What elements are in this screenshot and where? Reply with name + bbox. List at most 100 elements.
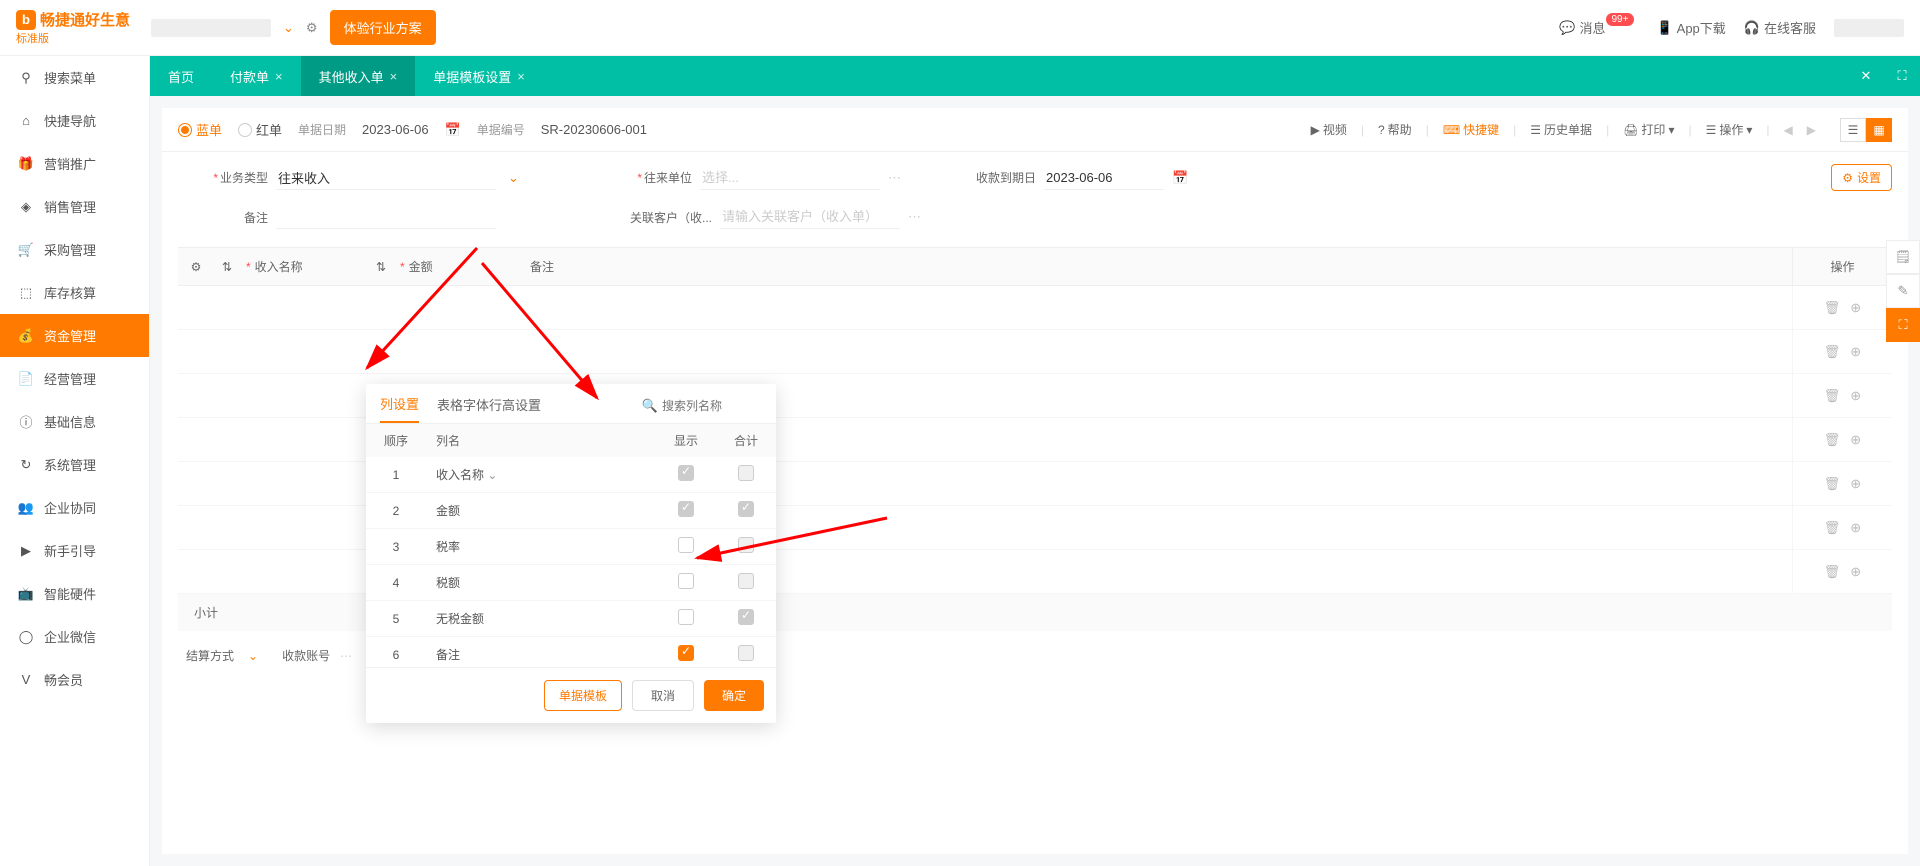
biz-type-select[interactable] <box>276 166 496 190</box>
tab-2[interactable]: 其他收入单× <box>301 56 416 96</box>
float-note-button[interactable]: 🗒 <box>1886 240 1920 274</box>
sum-checkbox[interactable] <box>716 493 776 528</box>
sum-checkbox[interactable] <box>716 529 776 564</box>
tab-0[interactable]: 首页 <box>150 56 212 96</box>
popup-search-input[interactable] <box>662 399 762 413</box>
popup-row[interactable]: 6 备注 <box>366 637 776 667</box>
sidebar-item-info[interactable]: ⓘ基础信息 <box>0 400 149 443</box>
sidebar-item-device[interactable]: 📺智能硬件 <box>0 572 149 615</box>
operate-button[interactable]: ☰ 操作 ▾ <box>1706 121 1753 138</box>
copy-icon[interactable]: ⊕ <box>1850 344 1861 360</box>
copy-icon[interactable]: ⊕ <box>1850 388 1861 404</box>
sum-checkbox[interactable] <box>716 457 776 492</box>
gear-icon[interactable]: ⚙ <box>306 20 318 36</box>
messages-button[interactable]: 💬消息99+ <box>1559 18 1638 37</box>
sort-icon[interactable]: ⇅ <box>368 248 392 285</box>
print-button[interactable]: 🖨 打印 ▾ <box>1623 121 1674 138</box>
copy-icon[interactable]: ⊕ <box>1850 520 1861 536</box>
copy-icon[interactable]: ⊕ <box>1850 476 1861 492</box>
sidebar-item-home[interactable]: ⌂快捷导航 <box>0 99 149 142</box>
app-download-button[interactable]: 📱App下载 <box>1656 18 1725 37</box>
column-settings-button[interactable]: ⚙ <box>178 248 214 285</box>
chevron-down-icon[interactable]: ⌄ <box>248 649 258 663</box>
show-checkbox[interactable] <box>656 493 716 528</box>
doc-date-value[interactable]: 2023-06-06 <box>362 122 429 137</box>
sidebar-item-refresh[interactable]: ↻系统管理 <box>0 443 149 486</box>
copy-icon[interactable]: ⊕ <box>1850 300 1861 316</box>
popup-tab-columns[interactable]: 列设置 <box>380 394 419 423</box>
calendar-icon[interactable]: 📅 <box>445 122 461 138</box>
float-expand-button[interactable]: ⛶ <box>1886 308 1920 342</box>
sidebar-item-guide[interactable]: ▶新手引导 <box>0 529 149 572</box>
copy-icon[interactable]: ⊕ <box>1850 564 1861 580</box>
partner-select[interactable] <box>700 166 880 190</box>
popup-search[interactable]: 🔍 <box>642 398 762 420</box>
delete-icon[interactable]: 🗑 <box>1824 432 1841 448</box>
popup-tab-font[interactable]: 表格字体行高设置 <box>437 395 541 422</box>
chevron-down-icon[interactable]: ⌄ <box>508 170 519 186</box>
popup-row[interactable]: 3 税率 <box>366 529 776 565</box>
show-checkbox[interactable] <box>656 601 716 636</box>
shortcut-button[interactable]: ⌨ 快捷键 <box>1443 121 1499 138</box>
video-button[interactable]: ▶ 视频 <box>1311 121 1347 138</box>
view-grid-button[interactable]: ▦ <box>1866 118 1892 142</box>
calendar-icon[interactable]: 📅 <box>1172 170 1188 186</box>
settings-button[interactable]: ⚙ 设置 <box>1831 164 1892 191</box>
popup-row[interactable]: 5 无税金额 <box>366 601 776 637</box>
next-button[interactable]: ▶ <box>1807 123 1816 137</box>
tab-1[interactable]: 付款单× <box>212 56 301 96</box>
show-checkbox[interactable] <box>656 457 716 492</box>
popup-row[interactable]: 4 税额 <box>366 565 776 601</box>
sidebar-item-money[interactable]: 💰资金管理 <box>0 314 149 357</box>
sidebar-item-search[interactable]: ⚲搜索菜单 <box>0 56 149 99</box>
tab-3[interactable]: 单据模板设置× <box>415 56 543 96</box>
show-checkbox[interactable] <box>656 565 716 600</box>
close-icon[interactable]: × <box>275 69 283 84</box>
delete-icon[interactable]: 🗑 <box>1824 388 1841 404</box>
float-edit-button[interactable]: ✎ <box>1886 274 1920 308</box>
sum-checkbox[interactable] <box>716 637 776 667</box>
delete-icon[interactable]: 🗑 <box>1824 564 1841 580</box>
sum-checkbox[interactable] <box>716 565 776 600</box>
experience-button[interactable]: 体验行业方案 <box>330 10 436 45</box>
history-button[interactable]: ☰ 历史单据 <box>1530 121 1592 138</box>
prev-button[interactable]: ◀ <box>1784 123 1793 137</box>
sidebar-item-vip[interactable]: V畅会员 <box>0 658 149 701</box>
rel-customer-input[interactable] <box>720 205 900 229</box>
sidebar-item-wechat[interactable]: ◯企业微信 <box>0 615 149 658</box>
online-service-button[interactable]: 🎧在线客服 <box>1744 18 1816 37</box>
fullscreen-button[interactable]: ⛶ <box>1884 68 1920 84</box>
delete-icon[interactable]: 🗑 <box>1824 300 1841 316</box>
view-list-button[interactable]: ☰ <box>1840 118 1866 142</box>
more-icon[interactable]: ⋯ <box>340 649 352 663</box>
table-row[interactable]: 🗑⊕ <box>178 330 1892 374</box>
ok-button[interactable]: 确定 <box>704 680 764 711</box>
table-row[interactable]: 🗑⊕ <box>178 286 1892 330</box>
delete-icon[interactable]: 🗑 <box>1824 520 1841 536</box>
close-icon[interactable]: × <box>517 69 525 84</box>
blue-doc-radio[interactable]: 蓝单 <box>178 120 222 139</box>
user-placeholder[interactable] <box>1834 19 1904 37</box>
close-icon[interactable]: × <box>390 69 398 84</box>
more-icon[interactable]: ⋯ <box>908 209 921 225</box>
remark-input[interactable] <box>276 205 496 229</box>
close-all-tabs-button[interactable]: ✕ <box>1848 68 1884 84</box>
popup-row[interactable]: 1 收入名称 ⌄ <box>366 457 776 493</box>
due-date-input[interactable] <box>1044 166 1164 190</box>
sidebar-item-team[interactable]: 👥企业协同 <box>0 486 149 529</box>
sidebar-item-gift[interactable]: 🎁营销推广 <box>0 142 149 185</box>
sidebar-item-cart[interactable]: 🛒采购管理 <box>0 228 149 271</box>
sum-checkbox[interactable] <box>716 601 776 636</box>
delete-icon[interactable]: 🗑 <box>1824 344 1841 360</box>
show-checkbox[interactable] <box>656 637 716 667</box>
show-checkbox[interactable] <box>656 529 716 564</box>
red-doc-radio[interactable]: 红单 <box>238 120 282 139</box>
chevron-down-icon[interactable]: ⌄ <box>283 20 294 36</box>
sidebar-item-doc[interactable]: 📄经营管理 <box>0 357 149 400</box>
sidebar-item-box[interactable]: ⬚库存核算 <box>0 271 149 314</box>
doc-template-button[interactable]: 单据模板 <box>544 680 622 711</box>
cancel-button[interactable]: 取消 <box>632 680 694 711</box>
sidebar-item-tag[interactable]: ◈销售管理 <box>0 185 149 228</box>
sort-icon[interactable]: ⇅ <box>214 248 238 285</box>
more-icon[interactable]: ⋯ <box>888 170 901 186</box>
